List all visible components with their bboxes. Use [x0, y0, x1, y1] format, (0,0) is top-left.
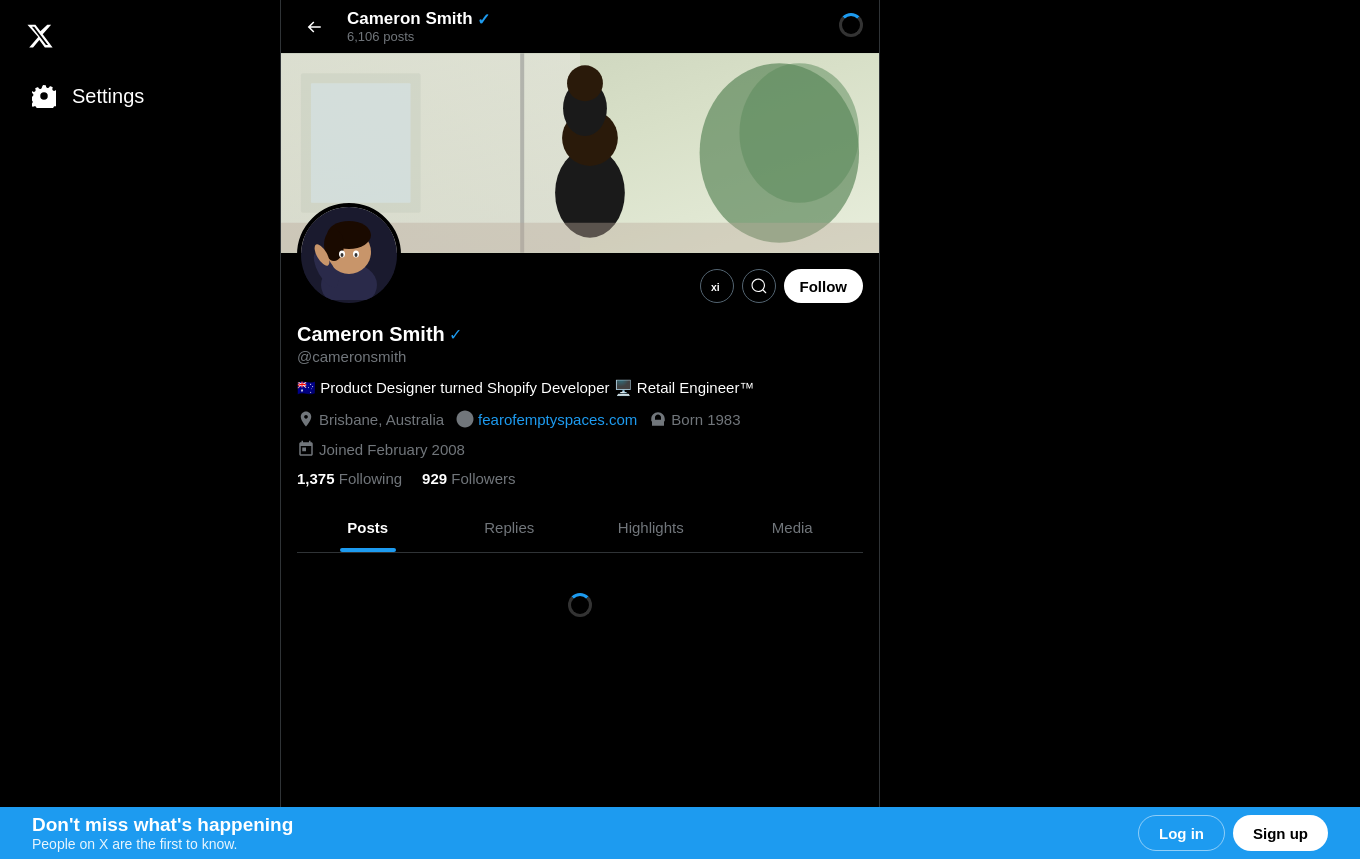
action-buttons: xi Follow — [700, 269, 864, 307]
header-name-text: Cameron Smith — [347, 9, 473, 29]
spinner-indicator — [839, 13, 863, 37]
profile-meta: Brisbane, Australia fearofemptyspaces.co… — [297, 410, 863, 458]
location-text: Brisbane, Australia — [319, 411, 444, 428]
born-text: Born 1983 — [671, 411, 740, 428]
bottom-sub-text: People on X are the first to know. — [32, 836, 293, 852]
settings-label: Settings — [72, 85, 144, 108]
svg-point-10 — [739, 63, 859, 203]
tab-posts[interactable]: Posts — [297, 503, 439, 552]
svg-point-20 — [355, 253, 358, 257]
following-label: Following — [339, 470, 402, 487]
content-loading-area — [281, 553, 879, 657]
profile-header: Cameron Smith ✓ 6,106 posts — [281, 0, 879, 53]
tab-replies-label: Replies — [484, 519, 534, 536]
x-logo-button[interactable] — [16, 12, 64, 60]
profile-bio: 🇦🇺 Product Designer turned Shopify Devel… — [297, 377, 863, 398]
settings-nav-item[interactable]: Settings — [16, 72, 160, 120]
profile-tabs: Posts Replies Highlights Media — [297, 503, 863, 553]
tab-highlights-label: Highlights — [618, 519, 684, 536]
profile-name: Cameron Smith — [297, 323, 445, 346]
loading-spinner — [839, 13, 863, 41]
joined-meta: Joined February 2008 — [297, 440, 465, 458]
location-meta: Brisbane, Australia — [297, 410, 444, 428]
profile-body: xi Follow Cameron Smith ✓ @cameronsmith … — [281, 203, 879, 553]
back-arrow-icon — [305, 18, 323, 36]
profile-handle: @cameronsmith — [297, 348, 863, 365]
bottom-main-text: Don't miss what's happening — [32, 814, 293, 836]
back-button[interactable] — [297, 10, 331, 44]
x-logo-icon — [26, 22, 54, 50]
website-link[interactable]: fearofemptyspaces.com — [478, 411, 637, 428]
birthday-icon — [649, 410, 667, 428]
followers-label: Followers — [451, 470, 515, 487]
follow-button[interactable]: Follow — [784, 269, 864, 303]
tab-posts-label: Posts — [347, 519, 388, 536]
sidebar: Settings — [0, 0, 280, 859]
login-button[interactable]: Log in — [1138, 815, 1225, 851]
profile-verified-badge: ✓ — [449, 325, 462, 344]
svg-text:xi: xi — [711, 281, 720, 293]
header-posts-number: 6,106 — [347, 29, 380, 44]
bottom-cta-bar: Don't miss what's happening People on X … — [0, 807, 1360, 859]
header-posts-count: 6,106 posts — [347, 29, 490, 44]
search-icon — [750, 277, 768, 295]
avatar-svg — [304, 210, 394, 300]
following-count: 1,375 — [297, 470, 335, 487]
content-spinner — [568, 593, 592, 617]
avatar — [297, 203, 401, 307]
location-icon — [297, 410, 315, 428]
more-options-button[interactable]: xi — [700, 269, 734, 303]
xi-icon: xi — [708, 277, 726, 295]
gear-icon — [32, 84, 56, 108]
bottom-actions: Log in Sign up — [1138, 815, 1328, 851]
header-posts-label: posts — [383, 29, 414, 44]
search-profile-button[interactable] — [742, 269, 776, 303]
calendar-icon — [297, 440, 315, 458]
following-stat[interactable]: 1,375 Following — [297, 470, 402, 487]
link-icon — [456, 410, 474, 428]
tab-replies[interactable]: Replies — [439, 503, 581, 552]
svg-point-7 — [567, 65, 603, 101]
tab-media-label: Media — [772, 519, 813, 536]
website-meta: fearofemptyspaces.com — [456, 410, 637, 428]
profile-stats: 1,375 Following 929 Followers — [297, 470, 863, 487]
born-meta: Born 1983 — [649, 410, 740, 428]
header-verified-badge: ✓ — [477, 10, 490, 29]
tab-highlights[interactable]: Highlights — [580, 503, 722, 552]
profile-name-row: Cameron Smith ✓ — [297, 323, 863, 346]
svg-point-19 — [341, 253, 344, 257]
avatar-image — [301, 207, 397, 303]
tab-media[interactable]: Media — [722, 503, 864, 552]
signup-button[interactable]: Sign up — [1233, 815, 1328, 851]
followers-stat[interactable]: 929 Followers — [422, 470, 515, 487]
header-name: Cameron Smith ✓ — [347, 9, 490, 29]
bottom-cta-text: Don't miss what's happening People on X … — [32, 814, 293, 852]
joined-text: Joined February 2008 — [319, 441, 465, 458]
main-content: Cameron Smith ✓ 6,106 posts — [280, 0, 880, 859]
followers-count: 929 — [422, 470, 447, 487]
header-profile-info: Cameron Smith ✓ 6,106 posts — [347, 9, 490, 44]
svg-rect-3 — [311, 83, 411, 203]
